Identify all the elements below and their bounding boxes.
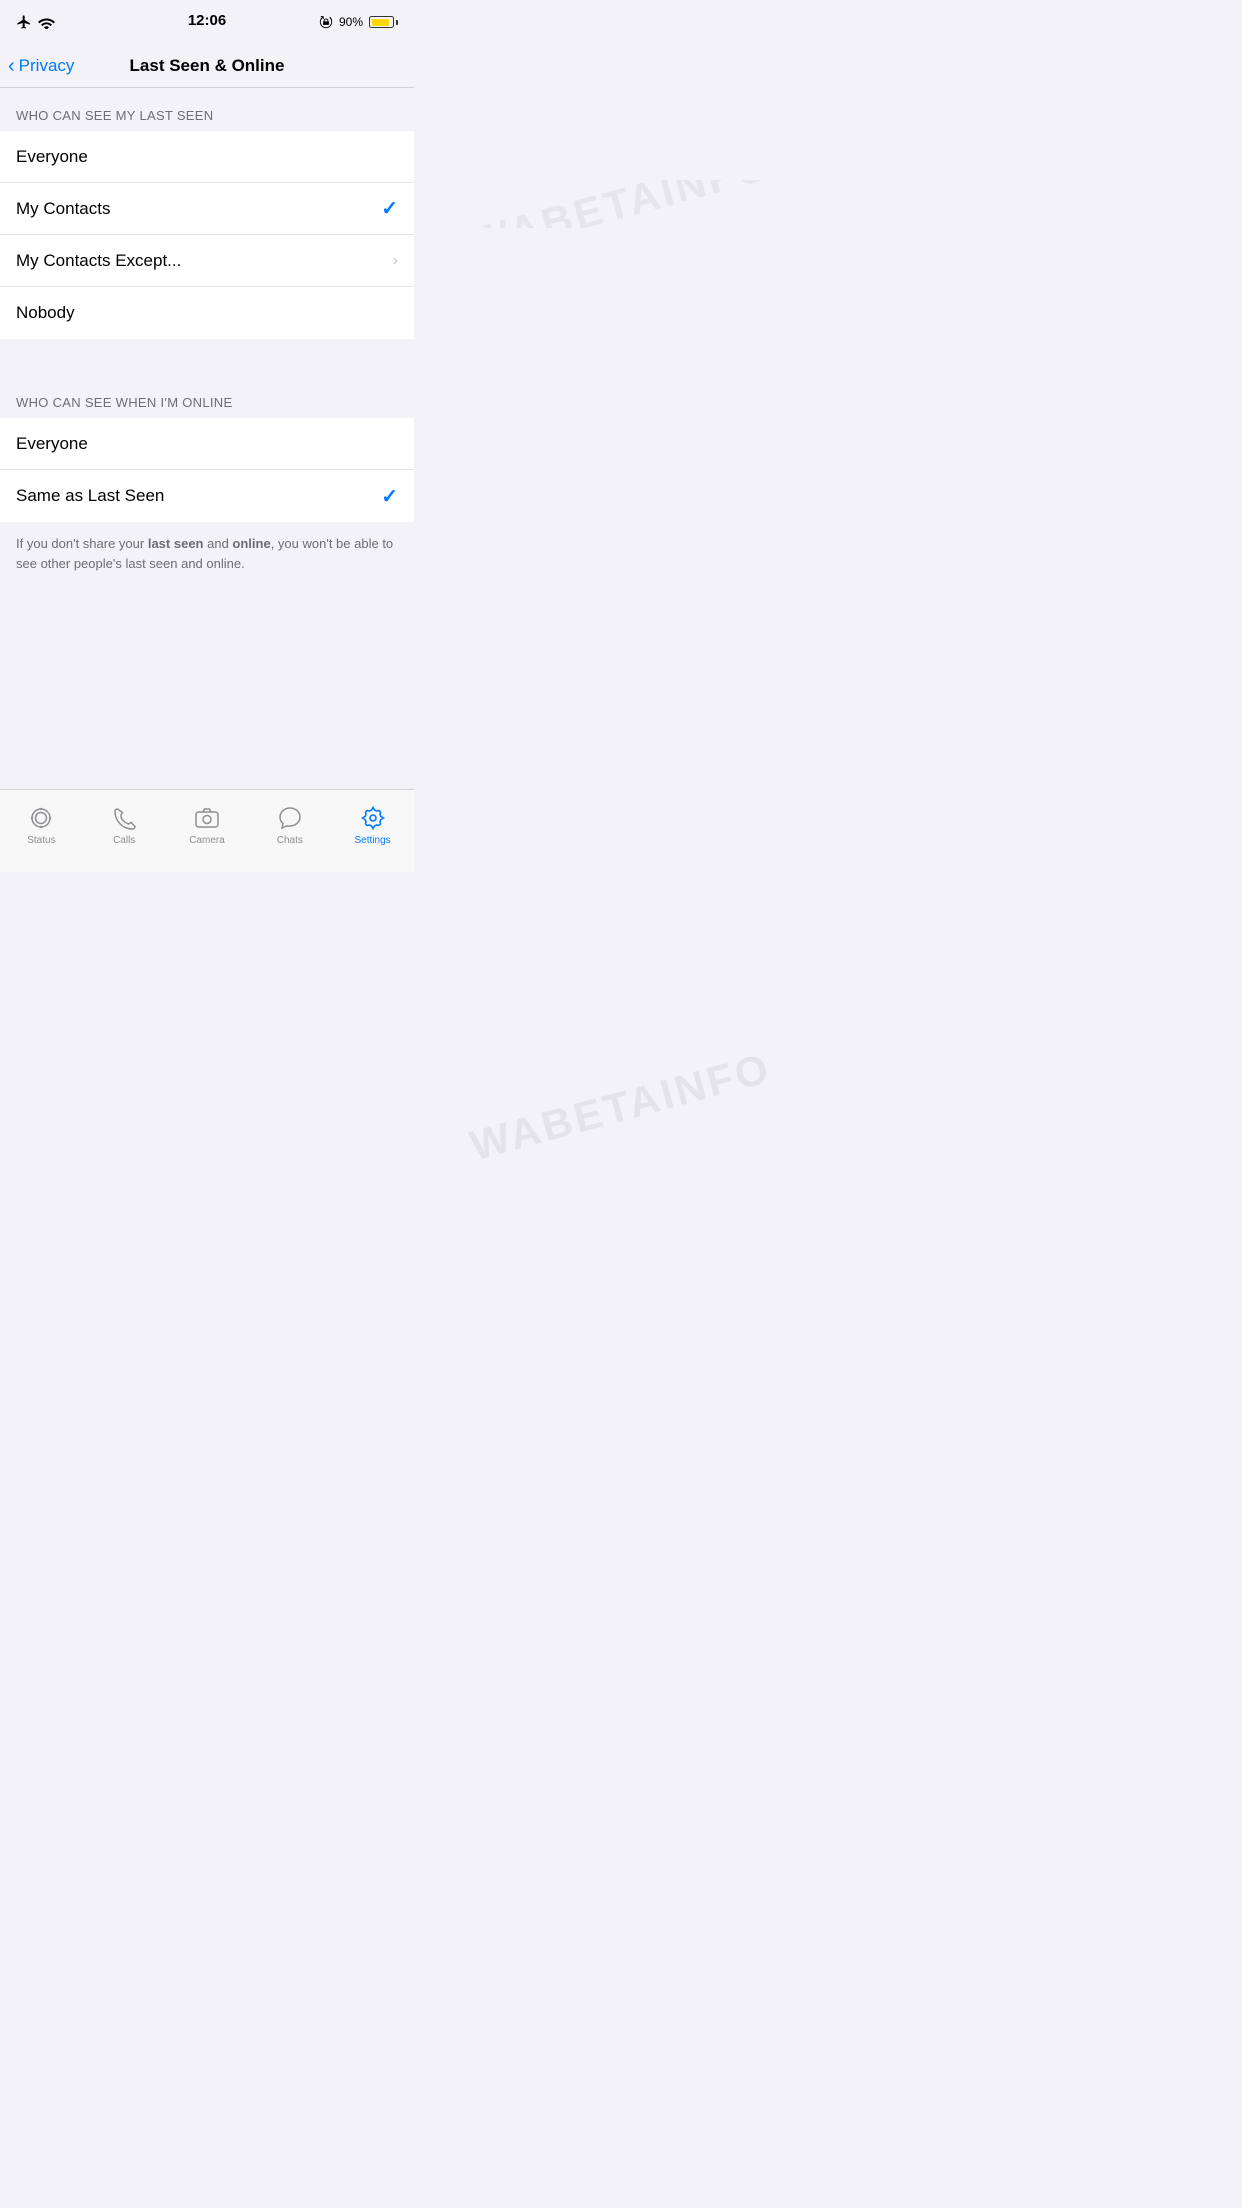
nav-title: Last Seen & Online [130,56,285,76]
last-seen-nobody-row[interactable]: Nobody [0,287,414,339]
status-tab-icon [27,804,55,832]
empty-space [0,589,414,789]
status-bar: 12:06 90% [0,0,414,44]
tab-calls[interactable]: Calls [83,790,166,872]
online-same-as-last-seen-label: Same as Last Seen [16,486,164,506]
last-seen-mycontacts-row[interactable]: My Contacts ✓ [0,183,414,235]
online-same-as-last-seen-row[interactable]: Same as Last Seen ✓ [0,470,414,522]
nav-bar: ‹ Privacy Last Seen & Online [0,44,414,88]
last-seen-mycontacts-label: My Contacts [16,199,110,219]
chats-icon-svg [277,805,303,831]
tab-chats[interactable]: Chats [248,790,331,872]
info-text-bold-online: online [232,536,270,551]
online-same-as-last-seen-check: ✓ [381,484,398,509]
tab-camera[interactable]: Camera [166,790,249,872]
last-seen-mycontacts-except-chevron: › [393,252,398,270]
online-options: Everyone Same as Last Seen ✓ [0,418,414,522]
status-left-icons [16,14,55,30]
status-right-icons: 90% [319,15,398,29]
tab-status[interactable]: Status [0,790,83,872]
back-button[interactable]: ‹ Privacy [8,56,74,76]
camera-tab-icon [193,804,221,832]
info-text-part2: and [204,536,233,551]
calls-tab-icon [110,804,138,832]
info-text: If you don't share your last seen and on… [0,522,414,589]
calls-icon-svg [111,805,137,831]
chats-tab-icon [276,804,304,832]
main-content: WABETAINFO WABETAINFO WHO CAN SEE MY LAS… [0,88,414,789]
settings-icon-svg [360,805,386,831]
tab-camera-label: Camera [189,835,225,846]
online-everyone-label: Everyone [16,434,88,454]
last-seen-nobody-label: Nobody [16,303,75,323]
info-text-part1: If you don't share your [16,536,148,551]
battery-percent: 90% [339,15,363,29]
section-spacer-1 [0,339,414,375]
online-everyone-row[interactable]: Everyone [0,418,414,470]
last-seen-section-header: WHO CAN SEE MY LAST SEEN [0,88,414,131]
last-seen-mycontacts-check: ✓ [381,196,398,221]
tab-chats-label: Chats [277,835,303,846]
online-section-header: WHO CAN SEE WHEN I'M ONLINE [0,375,414,418]
info-text-bold-last-seen: last seen [148,536,204,551]
last-seen-mycontacts-except-row[interactable]: My Contacts Except... › [0,235,414,287]
camera-icon-svg [194,805,220,831]
last-seen-options: Everyone My Contacts ✓ My Contacts Excep… [0,131,414,339]
tab-bar: Status Calls Camera Chats [0,789,414,872]
status-icon-svg [28,805,54,831]
settings-tab-icon [359,804,387,832]
lock-rotation-icon [319,15,333,29]
tab-settings[interactable]: Settings [331,790,414,872]
tab-settings-label: Settings [355,835,391,846]
last-seen-mycontacts-except-label: My Contacts Except... [16,251,181,271]
status-time: 12:06 [188,12,226,29]
wifi-icon [38,15,55,29]
airplane-icon [16,14,32,30]
back-chevron-icon: ‹ [8,56,15,76]
back-label[interactable]: Privacy [19,56,75,76]
last-seen-everyone-row[interactable]: Everyone [0,131,414,183]
battery-icon [369,16,398,28]
tab-status-label: Status [27,835,55,846]
last-seen-everyone-label: Everyone [16,147,88,167]
tab-calls-label: Calls [113,835,135,846]
